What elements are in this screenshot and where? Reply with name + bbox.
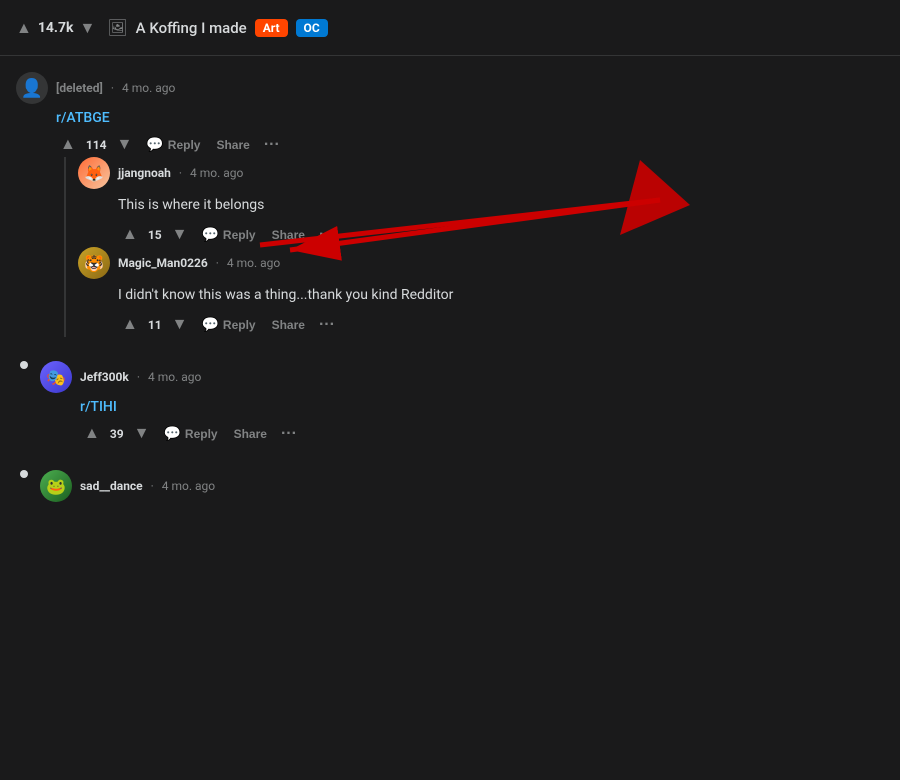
reply-button-magic-man[interactable]: 💬 Reply: [195, 312, 261, 337]
vote-count-jjangnoah: 15: [146, 228, 164, 242]
comment-header-sad-dance: 🐸 sad__dance · 4 mo. ago: [40, 470, 884, 502]
comments-section: 👤 [deleted] · 4 mo. ago r/ATBGE ▲ 114 ▼ …: [0, 56, 900, 720]
more-button-jjangnoah[interactable]: ···: [315, 224, 339, 246]
comment-deleted: 👤 [deleted] · 4 mo. ago r/ATBGE ▲ 114 ▼ …: [0, 64, 900, 345]
avatar-emoji-sad-dance: 🐸: [46, 477, 66, 496]
post-type-icon: 🖼: [107, 18, 127, 37]
reply-icon-deleted: 💬: [146, 136, 163, 153]
post-title-area: 🖼 A Koffing I made Art OC: [107, 18, 327, 37]
downvote-button-deleted[interactable]: ▼: [113, 134, 137, 156]
upvote-button-jeff[interactable]: ▲: [80, 423, 104, 445]
more-button-magic-man[interactable]: ···: [315, 314, 339, 336]
separator-jjangnoah: ·: [179, 166, 182, 180]
username-jeff: Jeff300k: [80, 370, 129, 384]
comment-text-jjangnoah: This is where it belongs: [118, 195, 884, 216]
reply-button-jeff[interactable]: 💬 Reply: [157, 421, 223, 446]
time-jjangnoah: 4 mo. ago: [190, 166, 243, 180]
separator-magic-man: ·: [216, 256, 219, 270]
comment-body-jjangnoah: This is where it belongs ▲ 15 ▼ 💬 Reply …: [118, 195, 884, 247]
reply-icon-jjangnoah: 💬: [201, 226, 218, 243]
comment-header-jeff: 🎭 Jeff300k · 4 mo. ago: [40, 361, 884, 393]
avatar-emoji-jjangnoah: 🦊: [84, 164, 104, 183]
avatar-jjangnoah: 🦊: [78, 157, 110, 189]
avatar-magic-man: 🐯: [78, 247, 110, 279]
more-button-deleted[interactable]: ···: [260, 134, 284, 156]
post-vote-area: ▲ 14.7k ▼: [16, 18, 95, 38]
comment-header-deleted: 👤 [deleted] · 4 mo. ago: [16, 72, 884, 104]
separator-sad-dance: ·: [151, 479, 154, 493]
vote-count-deleted: 114: [84, 138, 109, 152]
avatar-emoji-magic-man: 🐯: [84, 254, 104, 273]
avatar-sad-dance: 🐸: [40, 470, 72, 502]
reply-icon-jeff: 💬: [163, 425, 180, 442]
share-button-magic-man[interactable]: Share: [266, 314, 311, 336]
avatar-icon: 👤: [21, 78, 43, 99]
nested-comment-jjangnoah: 🦊 jjangnoah · 4 mo. ago This is where it…: [64, 157, 884, 247]
downvote-button-jjangnoah[interactable]: ▼: [168, 224, 192, 246]
share-button-jjangnoah[interactable]: Share: [266, 224, 311, 246]
time-deleted: 4 mo. ago: [122, 81, 175, 95]
post-upvote-button[interactable]: ▲: [16, 18, 32, 38]
dot-indicator-jeff: [20, 361, 28, 369]
comment-jeff: 🎭 Jeff300k · 4 mo. ago r/TIHI ▲ 39 ▼ 💬 R…: [0, 353, 900, 454]
dot-indicator-sad-dance: [20, 470, 28, 478]
username-jjangnoah: jjangnoah: [118, 166, 171, 180]
time-jeff: 4 mo. ago: [148, 370, 201, 384]
post-downvote-button[interactable]: ▼: [79, 18, 95, 38]
nested-comment-magic-man: 🐯 Magic_Man0226 · 4 mo. ago I didn't kno…: [64, 247, 884, 337]
upvote-button-jjangnoah[interactable]: ▲: [118, 224, 142, 246]
comment-body-magic-man: I didn't know this was a thing...thank y…: [118, 285, 884, 337]
post-vote-count: 14.7k: [38, 20, 74, 36]
time-sad-dance: 4 mo. ago: [162, 479, 215, 493]
top-bar: ▲ 14.7k ▼ 🖼 A Koffing I made Art OC: [0, 0, 900, 56]
comment-header-magic-man: 🐯 Magic_Man0226 · 4 mo. ago: [78, 247, 884, 279]
reply-icon-magic-man: 💬: [201, 316, 218, 333]
comment-body-deleted: r/ATBGE ▲ 114 ▼ 💬 Reply Share ···: [56, 110, 884, 157]
time-magic-man: 4 mo. ago: [227, 256, 280, 270]
share-button-jeff[interactable]: Share: [228, 423, 273, 445]
subreddit-link-tihi[interactable]: r/TIHI: [80, 399, 117, 415]
avatar-deleted: 👤: [16, 72, 48, 104]
avatar-emoji-jeff: 🎭: [46, 368, 66, 387]
avatar-jeff: 🎭: [40, 361, 72, 393]
timestamp-deleted: ·: [111, 81, 114, 95]
comment-actions-deleted: ▲ 114 ▼ 💬 Reply Share ···: [56, 132, 884, 157]
post-title: A Koffing I made: [136, 19, 247, 37]
comment-actions-magic-man: ▲ 11 ▼ 💬 Reply Share ···: [118, 312, 884, 337]
comment-body-jeff: r/TIHI ▲ 39 ▼ 💬 Reply Share ···: [80, 399, 884, 446]
upvote-button-deleted[interactable]: ▲: [56, 134, 80, 156]
upvote-button-magic-man[interactable]: ▲: [118, 314, 142, 336]
username-deleted: [deleted]: [56, 81, 103, 95]
reply-button-jjangnoah[interactable]: 💬 Reply: [195, 222, 261, 247]
downvote-button-magic-man[interactable]: ▼: [168, 314, 192, 336]
vote-count-jeff: 39: [108, 427, 126, 441]
more-button-jeff[interactable]: ···: [277, 423, 301, 445]
subreddit-link-atbge[interactable]: r/ATBGE: [56, 110, 110, 126]
separator-jeff: ·: [137, 370, 140, 384]
username-sad-dance: sad__dance: [80, 479, 143, 493]
share-button-deleted[interactable]: Share: [210, 134, 255, 156]
tag-art[interactable]: Art: [255, 19, 288, 37]
reply-button-deleted[interactable]: 💬 Reply: [140, 132, 206, 157]
comment-header-jjangnoah: 🦊 jjangnoah · 4 mo. ago: [78, 157, 884, 189]
comment-sad-dance: 🐸 sad__dance · 4 mo. ago: [0, 462, 900, 516]
comment-text-magic-man: I didn't know this was a thing...thank y…: [118, 285, 884, 306]
downvote-button-jeff[interactable]: ▼: [130, 423, 154, 445]
username-magic-man: Magic_Man0226: [118, 256, 208, 270]
comment-actions-jeff: ▲ 39 ▼ 💬 Reply Share ···: [80, 421, 884, 446]
comment-actions-jjangnoah: ▲ 15 ▼ 💬 Reply Share ···: [118, 222, 884, 247]
vote-count-magic-man: 11: [146, 318, 164, 332]
tag-oc[interactable]: OC: [296, 19, 328, 37]
